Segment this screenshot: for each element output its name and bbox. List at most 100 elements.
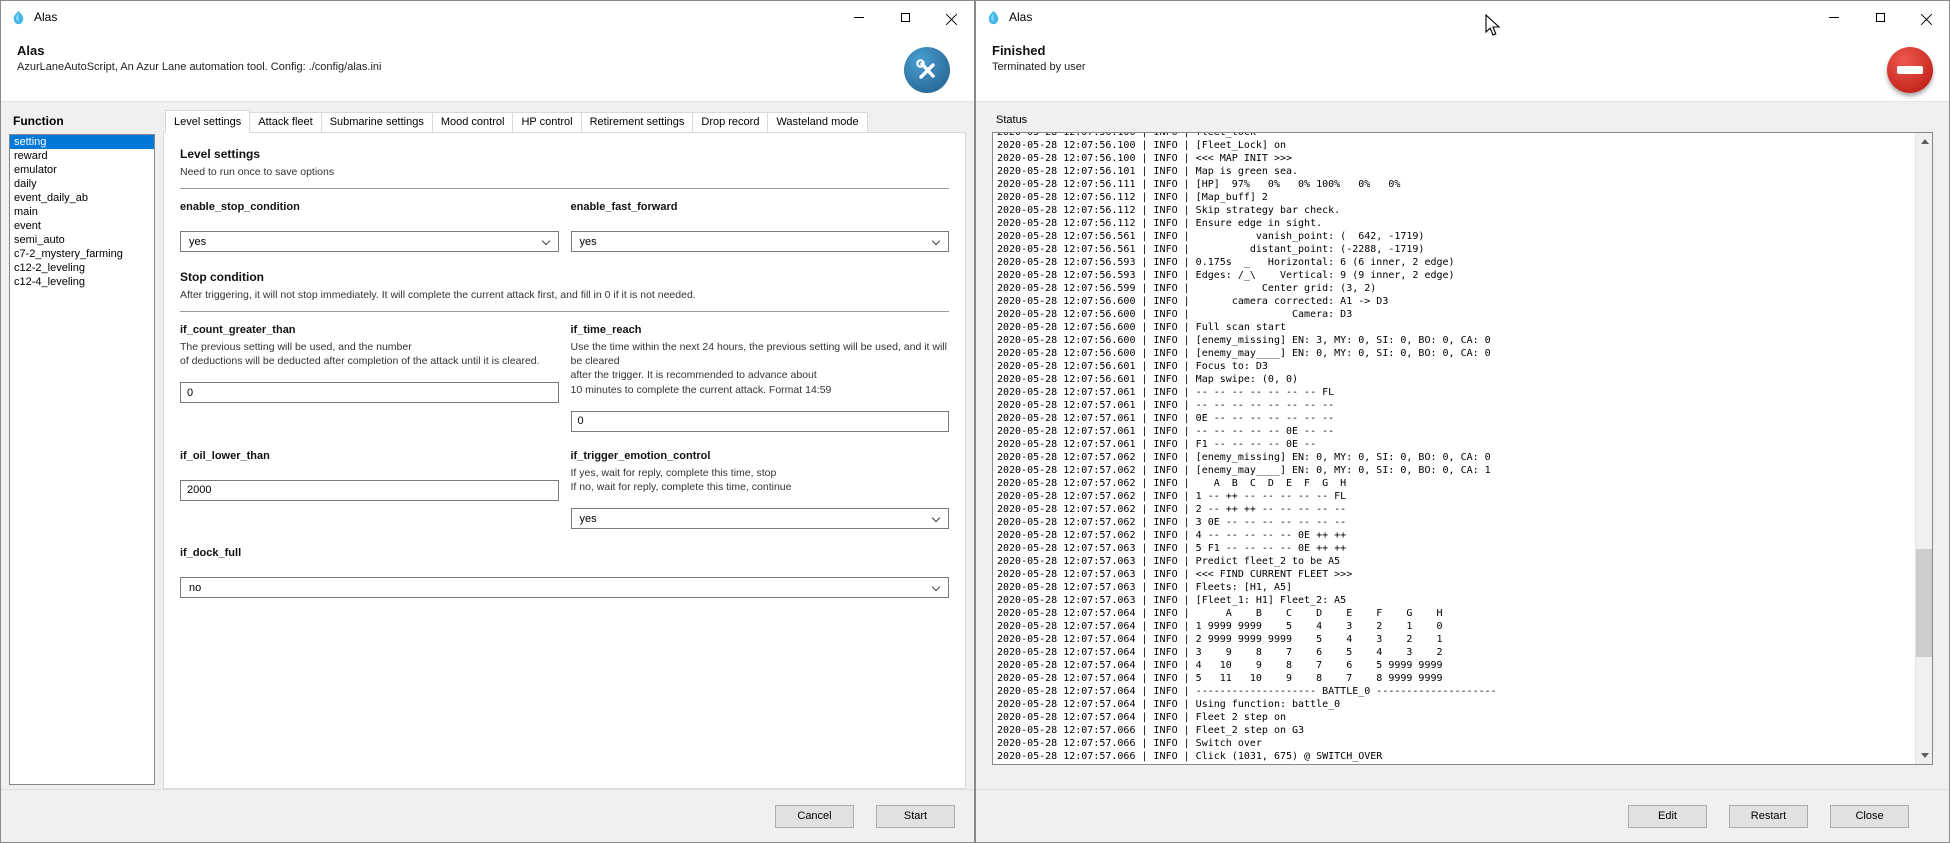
tab[interactable]: Level settings <box>165 110 250 133</box>
no-entry-icon <box>1897 66 1923 74</box>
log-line: 2020-05-28 12:07:57.062 | INFO | 4 -- --… <box>997 529 1914 542</box>
log-line: 2020-05-28 12:07:57.064 | INFO | -------… <box>997 685 1914 698</box>
scroll-up-icon <box>1921 139 1929 144</box>
status-subtitle: Terminated by user <box>992 61 1933 73</box>
function-list-item[interactable]: event <box>10 219 154 233</box>
log-line: 2020-05-28 12:07:56.112 | INFO | Skip st… <box>997 204 1914 217</box>
maximize-button[interactable] <box>1857 1 1903 33</box>
scroll-down-icon <box>1921 753 1929 758</box>
log-line: 2020-05-28 12:07:56.599 | INFO | Center … <box>997 282 1914 295</box>
if-trigger-emotion-control-select[interactable]: yes <box>571 508 950 529</box>
function-list-item[interactable]: main <box>10 205 154 219</box>
screen: Alas Alas AzurLaneAutoScript, An Azur La… <box>0 0 1950 843</box>
if-oil-lower-than-input[interactable] <box>180 480 559 501</box>
titlebar[interactable]: Alas <box>1 1 974 33</box>
log-line: 2020-05-28 12:07:56.561 | INFO | distant… <box>997 243 1914 256</box>
level-settings-panel: Level settings Need to run once to save … <box>163 132 966 789</box>
field-enable-fast-forward: enable_fast_forward yes <box>571 201 950 252</box>
tab[interactable]: Drop record <box>692 112 768 133</box>
chevron-down-icon <box>932 237 940 245</box>
function-list-item[interactable]: reward <box>10 149 154 163</box>
close-button[interactable] <box>1903 1 1949 33</box>
titlebar[interactable]: Alas <box>976 1 1949 33</box>
log-scrollbar[interactable] <box>1915 133 1932 764</box>
field-description: The previous setting will be used, and t… <box>180 340 559 368</box>
minimize-button[interactable] <box>1811 1 1857 33</box>
minimize-button[interactable] <box>836 1 882 33</box>
log-line: 2020-05-28 12:07:57.062 | INFO | A B C D… <box>997 477 1914 490</box>
close-button[interactable] <box>928 1 974 33</box>
page-title: Alas <box>17 43 958 58</box>
stop-badge <box>1887 47 1933 93</box>
maximize-button[interactable] <box>882 1 928 33</box>
alas-app-icon <box>986 10 1001 25</box>
settings-main: Level settings Attack fleet Submarine se… <box>163 110 966 789</box>
if-time-reach-input[interactable] <box>571 411 950 432</box>
field-label: if_trigger_emotion_control <box>571 450 950 462</box>
window-title: Alas <box>34 10 57 24</box>
tab[interactable]: Attack fleet <box>249 112 321 133</box>
scroll-down-button[interactable] <box>1916 747 1933 764</box>
log-line: 2020-05-28 12:07:56.593 | INFO | 0.175s … <box>997 256 1914 269</box>
function-list-item[interactable]: c12-4_leveling <box>10 275 154 289</box>
enable-stop-condition-select[interactable]: yes <box>180 231 559 252</box>
alas-app-icon <box>11 10 26 25</box>
function-list-item[interactable]: c7-2_mystery_farming <box>10 247 154 261</box>
divider <box>180 311 949 312</box>
log-line: 2020-05-28 12:07:56.600 | INFO | Camera:… <box>997 308 1914 321</box>
field-label: if_count_greater_than <box>180 324 559 336</box>
field-description: If yes, wait for reply, complete this ti… <box>571 466 950 494</box>
log-line: 2020-05-28 12:07:56.600 | INFO | camera … <box>997 295 1914 308</box>
settings-header: Alas AzurLaneAutoScript, An Azur Lane au… <box>1 33 974 101</box>
settings-window: Alas Alas AzurLaneAutoScript, An Azur La… <box>0 0 975 843</box>
edit-button[interactable]: Edit <box>1628 805 1707 828</box>
enable-row: enable_stop_condition yes enable_fast_fo… <box>180 201 949 270</box>
scroll-up-button[interactable] <box>1916 133 1933 150</box>
restart-button[interactable]: Restart <box>1729 805 1808 828</box>
log-line: 2020-05-28 12:07:57.064 | INFO | 2 9999 … <box>997 633 1914 646</box>
log-line: 2020-05-28 12:07:57.063 | INFO | [Fleet_… <box>997 594 1914 607</box>
status-section: Status 2020-05-28 12:07:56.100 | INFO | … <box>984 110 1941 789</box>
log-line: 2020-05-28 12:07:57.064 | INFO | Using f… <box>997 698 1914 711</box>
if-count-greater-than-input[interactable] <box>180 382 559 403</box>
log-line: 2020-05-28 12:07:57.063 | INFO | 5 F1 --… <box>997 542 1914 555</box>
tab[interactable]: Mood control <box>432 112 514 133</box>
log-line: 2020-05-28 12:07:57.066 | INFO | Switch … <box>997 737 1914 750</box>
close-window-button[interactable]: Close <box>1830 805 1909 828</box>
function-list-item[interactable]: daily <box>10 177 154 191</box>
stop-condition-grid: if_count_greater_than The previous setti… <box>180 324 949 616</box>
field-if-trigger-emotion-control: if_trigger_emotion_control If yes, wait … <box>571 450 950 529</box>
log-line: 2020-05-28 12:07:56.100 | INFO | <<< MAP… <box>997 152 1914 165</box>
settings-footer: Cancel Start <box>1 789 974 842</box>
tab[interactable]: Wasteland mode <box>767 112 867 133</box>
if-dock-full-select[interactable]: no <box>180 577 949 598</box>
field-label: enable_fast_forward <box>571 201 950 213</box>
tabstrip: Level settings Attack fleet Submarine se… <box>163 110 966 133</box>
log-line: 2020-05-28 12:07:57.066 | INFO | Click (… <box>997 750 1914 763</box>
section-title-level-settings: Level settings <box>180 147 949 161</box>
tab[interactable]: Retirement settings <box>581 112 694 133</box>
start-button[interactable]: Start <box>876 805 955 828</box>
function-listbox[interactable]: setting reward emulator daily event_dail… <box>9 134 155 785</box>
field-if-count-greater-than: if_count_greater_than The previous setti… <box>180 324 559 432</box>
log-line: 2020-05-28 12:07:57.061 | INFO | 0E -- -… <box>997 412 1914 425</box>
function-list-item[interactable]: event_daily_ab <box>10 191 154 205</box>
function-list-item[interactable]: c12-2_leveling <box>10 261 154 275</box>
scrollbar-thumb[interactable] <box>1916 549 1933 656</box>
cancel-button[interactable]: Cancel <box>775 805 854 828</box>
log-line: 2020-05-28 12:07:56.561 | INFO | vanish_… <box>997 230 1914 243</box>
log-footer: Edit Restart Close <box>976 789 1949 842</box>
log-box[interactable]: 2020-05-28 12:07:56.100 | INFO | fleet_l… <box>992 132 1933 765</box>
chevron-down-icon <box>932 583 940 591</box>
minimize-icon <box>1829 17 1839 18</box>
maximize-icon <box>901 13 910 22</box>
tab[interactable]: Submarine settings <box>321 112 433 133</box>
log-line: 2020-05-28 12:07:57.061 | INFO | F1 -- -… <box>997 438 1914 451</box>
function-list-item[interactable]: semi_auto <box>10 233 154 247</box>
enable-fast-forward-select[interactable]: yes <box>571 231 950 252</box>
log-line: 2020-05-28 12:07:56.100 | INFO | fleet_l… <box>997 132 1914 139</box>
function-list-item[interactable]: emulator <box>10 163 154 177</box>
tab[interactable]: HP control <box>512 112 581 133</box>
log-line: 2020-05-28 12:07:56.111 | INFO | [HP] 97… <box>997 178 1914 191</box>
function-list-item[interactable]: setting <box>10 135 154 149</box>
